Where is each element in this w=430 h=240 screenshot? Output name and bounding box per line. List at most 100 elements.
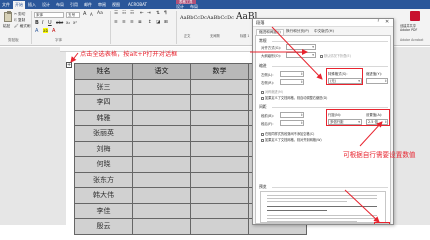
italic-icon[interactable]: I — [42, 20, 43, 26]
change-case-icon[interactable]: Aa — [97, 11, 103, 16]
section-spacing: 间距 — [259, 104, 267, 109]
tab-design[interactable]: 设计 — [42, 2, 50, 8]
font-color-icon[interactable]: A — [52, 28, 55, 34]
snap-to-grid-checkbox[interactable]: 如果定义了文档网格，则对齐到网格(W) — [261, 137, 322, 142]
justify-icon[interactable]: ≣ — [138, 20, 142, 25]
name-cell[interactable]: 殷云 — [74, 218, 133, 235]
section-divider — [272, 41, 388, 42]
style-caption: 无间隔 — [210, 34, 220, 38]
header-cell-chinese[interactable]: 语文 — [132, 63, 191, 80]
header-cell-name[interactable]: 姓名 — [74, 63, 133, 80]
space-after-spinner[interactable] — [280, 120, 304, 126]
paste-button[interactable]: 粘贴 — [3, 24, 10, 29]
name-cell[interactable]: 何晓 — [74, 156, 133, 173]
help-icon[interactable]: ? — [377, 19, 379, 24]
superscript-icon[interactable]: x² — [73, 20, 77, 25]
format-painter-button[interactable]: 🖌 格式刷 — [14, 24, 31, 29]
section-divider — [272, 107, 388, 108]
table-cell[interactable] — [190, 109, 249, 126]
table-cell[interactable] — [190, 94, 249, 111]
paste-icon[interactable] — [4, 11, 12, 22]
tab-table-design[interactable]: 设计 — [176, 4, 184, 10]
table-select-handle-icon[interactable]: + — [66, 62, 72, 68]
no-space-same-style-checkbox[interactable]: 在相同样式的段落间不添加空格(C) — [261, 131, 314, 136]
subscript-icon[interactable]: x₂ — [66, 20, 70, 25]
font-size-select[interactable]: 五号 — [66, 12, 80, 18]
name-cell[interactable]: 刘梅 — [74, 140, 133, 157]
table-cell[interactable] — [132, 156, 191, 173]
table-cell[interactable] — [132, 125, 191, 142]
tab-file[interactable]: 文件 — [2, 2, 10, 8]
table-cell[interactable] — [132, 171, 191, 188]
strikethrough-icon[interactable]: abc — [56, 20, 63, 25]
name-cell[interactable]: 张东方 — [74, 171, 133, 188]
underline-icon[interactable]: U — [48, 20, 52, 26]
tab-references[interactable]: 引用 — [70, 2, 78, 8]
grow-font-icon[interactable]: A — [83, 11, 86, 17]
tab-acrobat[interactable]: ACROBAT — [128, 2, 147, 7]
adobe-create-pdf-button[interactable]: 创建并共享 Adobe PDF Adobe Acrobat — [400, 11, 430, 44]
multilevel-list-icon[interactable]: ☶ — [130, 11, 134, 16]
indent-by-spinner[interactable] — [366, 78, 388, 84]
table-cell[interactable] — [190, 78, 249, 95]
indent-left-spinner[interactable] — [280, 71, 304, 77]
increase-indent-icon[interactable]: ⇥ — [147, 11, 151, 16]
table-cell[interactable] — [190, 140, 249, 157]
tab-view[interactable]: 视图 — [112, 2, 120, 8]
tab-home[interactable]: 开始 — [13, 1, 25, 9]
name-cell[interactable]: 张三 — [74, 78, 133, 95]
borders-icon[interactable]: ⊞ — [164, 20, 168, 25]
table-cell[interactable] — [132, 94, 191, 111]
align-center-icon[interactable]: ≡ — [122, 20, 126, 25]
cut-button[interactable]: ✂ 剪切 — [14, 12, 25, 17]
numbering-icon[interactable]: ☷ — [122, 11, 126, 16]
table-cell[interactable] — [132, 140, 191, 157]
align-left-icon[interactable]: ≡ — [114, 20, 118, 25]
decrease-indent-icon[interactable]: ⇤ — [140, 11, 144, 16]
mirror-indent-checkbox[interactable]: 对称缩进(M) — [261, 89, 283, 94]
dialog-titlebar[interactable]: 段落 ? ✕ — [253, 19, 393, 27]
alignment-select[interactable] — [286, 44, 316, 50]
table-cell[interactable] — [190, 171, 249, 188]
tab-review[interactable]: 审阅 — [98, 2, 106, 8]
close-icon[interactable]: ✕ — [385, 19, 389, 25]
name-cell[interactable]: 韩大伟 — [74, 187, 133, 204]
auto-adjust-indent-checkbox[interactable]: 如果定义了文档网格，则自动调整右缩进(D) — [261, 95, 327, 100]
bold-icon[interactable]: B — [35, 20, 39, 26]
table-cell[interactable] — [132, 218, 191, 235]
section-preview: 预览 — [259, 184, 267, 189]
copy-button[interactable]: ⎘ 复制 — [14, 18, 25, 23]
sort-icon[interactable]: ⇅ — [156, 11, 160, 16]
header-cell-math[interactable]: 数学 — [190, 63, 249, 80]
tab-mailings[interactable]: 邮件 — [84, 2, 92, 8]
tab-table-layout[interactable]: 布局 — [190, 4, 198, 10]
indent-right-spinner[interactable] — [280, 79, 304, 85]
tab-insert[interactable]: 插入 — [28, 2, 36, 8]
text-effects-icon[interactable]: A — [35, 28, 38, 34]
tab-layout[interactable]: 布局 — [56, 2, 64, 8]
name-cell[interactable]: 李佳 — [74, 202, 133, 219]
collapse-checkbox[interactable]: 默认情况下折叠(E) — [320, 53, 351, 58]
name-cell[interactable]: 李四 — [74, 94, 133, 111]
outline-level-select[interactable] — [286, 52, 316, 58]
align-right-icon[interactable]: ≡ — [130, 20, 134, 25]
show-marks-icon[interactable]: ¶ — [164, 11, 167, 16]
highlight-icon[interactable]: ab — [43, 28, 48, 33]
font-name-select[interactable]: 宋体 — [34, 12, 64, 18]
table-cell[interactable] — [190, 187, 249, 204]
shading-icon[interactable]: ◪ — [156, 20, 160, 25]
table-cell[interactable] — [190, 218, 249, 235]
line-spacing-icon[interactable]: ↕ — [148, 20, 152, 25]
shrink-font-icon[interactable]: A — [90, 12, 93, 17]
table-cell[interactable] — [190, 156, 249, 173]
table-cell[interactable] — [190, 202, 249, 219]
table-cell[interactable] — [132, 187, 191, 204]
bullets-icon[interactable]: ☰ — [114, 11, 118, 16]
table-cell[interactable] — [190, 125, 249, 142]
table-cell[interactable] — [132, 202, 191, 219]
space-before-spinner[interactable] — [280, 112, 304, 118]
name-cell[interactable]: 韩雅 — [74, 109, 133, 126]
table-cell[interactable] — [132, 78, 191, 95]
name-cell[interactable]: 张丽英 — [74, 125, 133, 142]
table-cell[interactable] — [132, 109, 191, 126]
